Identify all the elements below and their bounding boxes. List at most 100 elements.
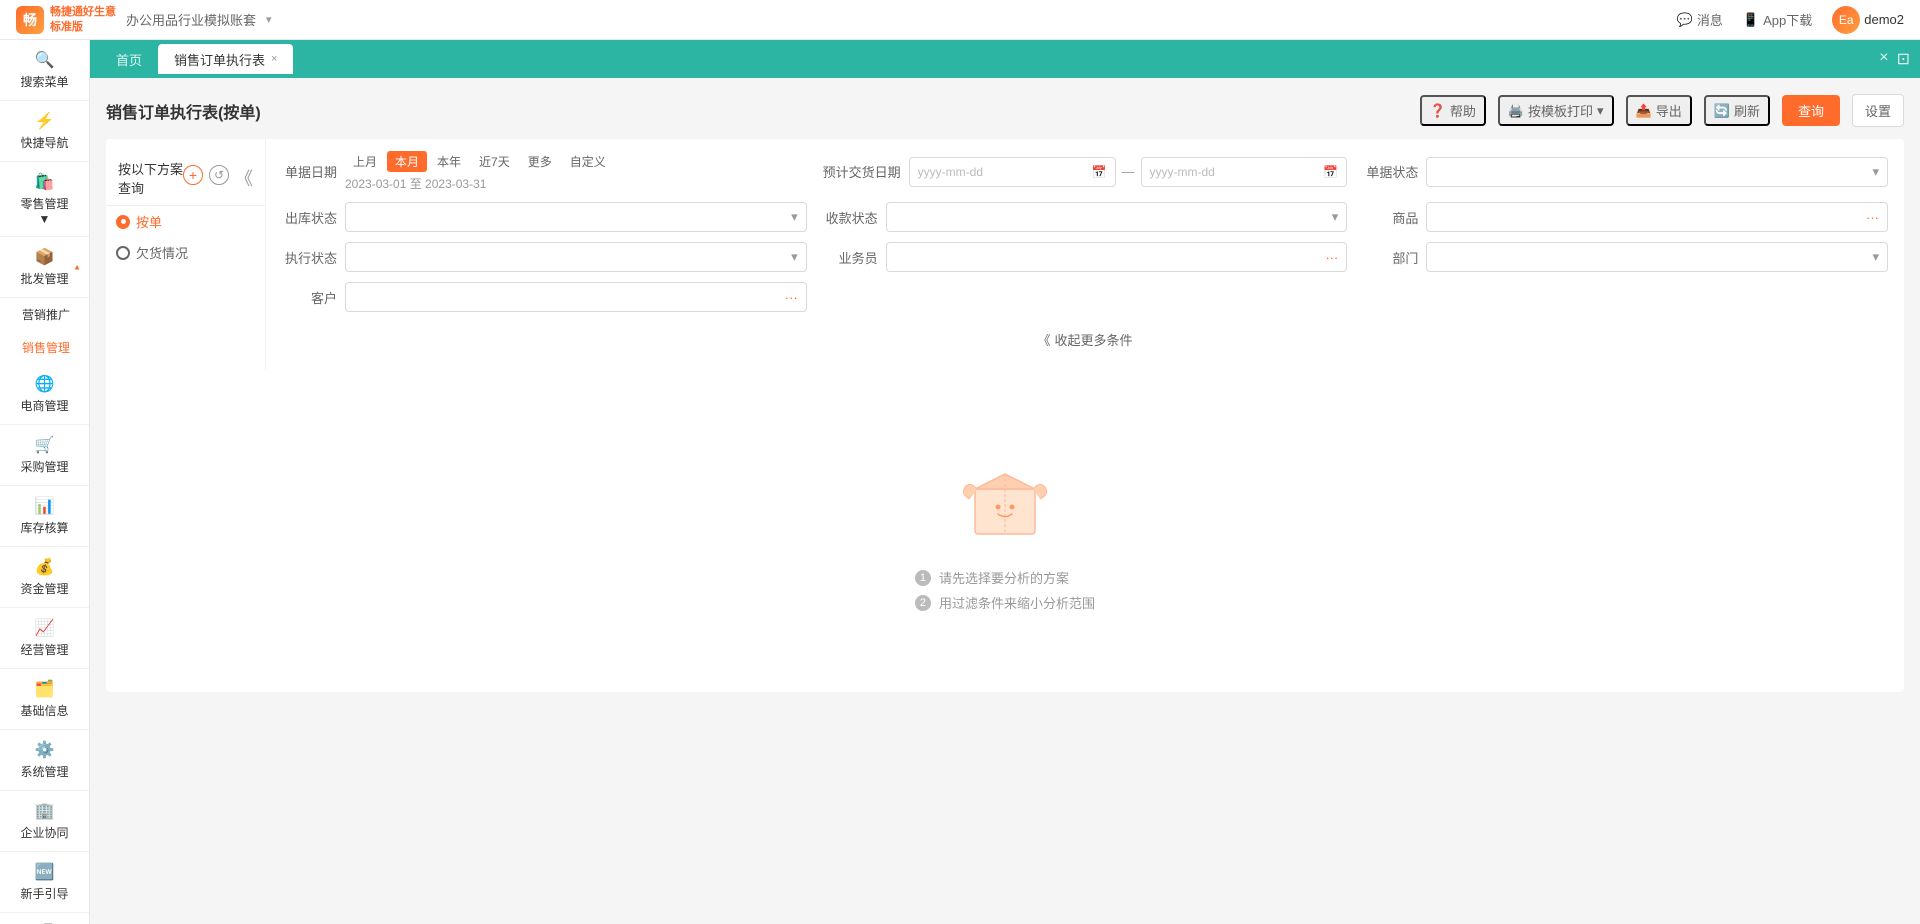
export-icon: 📤 bbox=[1636, 103, 1652, 119]
help-btn[interactable]: ❓ 帮助 bbox=[1420, 95, 1486, 126]
filter-expected-date: 预计交货日期 yyyy-mm-dd 📅 — yyyy-mm-dd bbox=[823, 157, 1348, 187]
sidebar-sub-marketing[interactable]: 营销推广 bbox=[0, 298, 89, 331]
sidebar-item-quicknav[interactable]: ⚡ 快捷导航 bbox=[0, 101, 89, 162]
goods-select[interactable]: ··· bbox=[1426, 202, 1888, 232]
filter-delivery-status: 出库状态 ▾ bbox=[282, 202, 807, 232]
export-btn[interactable]: 📤 导出 bbox=[1626, 95, 1692, 126]
logo-area: 畅 畅捷通好生意 标准版 bbox=[16, 5, 116, 34]
scheme-item-按单[interactable]: 按单 bbox=[106, 206, 265, 237]
doc-status-label: 单据状态 bbox=[1363, 162, 1418, 181]
filter-row-4: 客户 ··· bbox=[282, 282, 1888, 312]
page-content: 销售订单执行表(按单) ❓ 帮助 🖨️ 按模板打印 ▾ 📤 导出 bbox=[90, 78, 1920, 924]
sidebar-item-enterprise[interactable]: 🏢 企业协同 bbox=[0, 791, 89, 852]
sidebar-item-newguide[interactable]: 🆕 新手引导 bbox=[0, 852, 89, 913]
radio-empty-icon bbox=[116, 246, 130, 260]
query-btn[interactable]: 查询 bbox=[1782, 95, 1840, 126]
date-tab-7days[interactable]: 近7天 bbox=[471, 151, 518, 172]
dept-select[interactable]: ▾ bbox=[1426, 242, 1888, 272]
date-tab-custom[interactable]: 自定义 bbox=[562, 151, 614, 172]
search-icon: 🔍 bbox=[35, 50, 55, 70]
filter-doc-status: 单据状态 ▾ bbox=[1363, 157, 1888, 187]
sidebar-item-retail[interactable]: 🛍️ 零售管理 bbox=[0, 162, 89, 237]
empty-box-svg bbox=[955, 449, 1055, 549]
reset-scheme-btn[interactable]: ↺ bbox=[209, 165, 229, 185]
doc-status-select[interactable]: ▾ bbox=[1426, 157, 1888, 187]
payment-status-arrow-icon: ▾ bbox=[1332, 209, 1339, 225]
filter-customer: 客户 ··· bbox=[282, 282, 807, 312]
page-title: 销售订单执行表(按单) bbox=[106, 99, 261, 123]
goods-dots-icon[interactable]: ··· bbox=[1866, 210, 1879, 225]
date-tab-current-month[interactable]: 本月 bbox=[387, 151, 427, 172]
print-icon: 🖨️ bbox=[1508, 103, 1524, 119]
expected-date-label: 预计交货日期 bbox=[823, 162, 901, 181]
collapse-arrow-icon: 《 bbox=[1037, 330, 1050, 349]
tab-home[interactable]: 首页 bbox=[100, 44, 158, 74]
operations-icon: 📈 bbox=[35, 618, 55, 638]
empty-tips: 1 请先选择要分析的方案 2 用过滤条件来缩小分析范围 bbox=[915, 568, 1095, 612]
tab-close-window-icon[interactable]: × bbox=[1879, 49, 1888, 69]
salesperson-select[interactable]: ··· bbox=[886, 242, 1348, 272]
sidebar-sub-sales[interactable]: 销售管理 bbox=[0, 331, 89, 364]
tab-close-icon[interactable]: × bbox=[271, 54, 277, 65]
calendar-start-icon[interactable]: 📅 bbox=[1092, 165, 1107, 179]
tip-num-1: 1 bbox=[915, 570, 931, 586]
inner-layout: 按以下方案查询 + ↺ 《 按单 bbox=[106, 139, 1904, 369]
sidebar-item-basic[interactable]: 🗂️ 基础信息 bbox=[0, 669, 89, 730]
sidebar-item-wholesale[interactable]: 📦 批发管理 bbox=[0, 237, 89, 298]
user-avatar: Ea bbox=[1832, 6, 1860, 34]
exec-status-select[interactable]: ▾ bbox=[345, 242, 807, 272]
sidebar-item-search[interactable]: 🔍 搜索菜单 bbox=[0, 40, 89, 101]
delivery-status-label: 出库状态 bbox=[282, 208, 337, 227]
filter-exec-status: 执行状态 ▾ bbox=[282, 242, 807, 272]
sidebar-item-finance[interactable]: 💰 资金管理 bbox=[0, 547, 89, 608]
tab-maximize-icon[interactable]: ⊡ bbox=[1897, 49, 1910, 69]
newguide-icon: 🆕 bbox=[35, 862, 55, 882]
expected-date-start[interactable]: yyyy-mm-dd 📅 bbox=[909, 157, 1116, 187]
salesperson-dots-icon[interactable]: ··· bbox=[1325, 250, 1338, 265]
filter-payment-status: 收款状态 ▾ bbox=[823, 202, 1348, 232]
user-name: demo2 bbox=[1864, 12, 1904, 27]
doc-date-label: 单据日期 bbox=[282, 162, 337, 181]
company-dropdown-icon[interactable]: ▾ bbox=[266, 13, 272, 26]
sidebar-item-ecommerce[interactable]: 🌐 电商管理 bbox=[0, 364, 89, 425]
wholesale-icon: 📦 bbox=[35, 247, 55, 267]
delivery-status-select[interactable]: ▾ bbox=[345, 202, 807, 232]
date-start-placeholder: yyyy-mm-dd bbox=[918, 165, 983, 179]
header-right: 💬 消息 📱 App下载 Ea demo2 bbox=[1677, 6, 1904, 34]
refresh-btn[interactable]: 🔄 刷新 bbox=[1704, 95, 1770, 126]
app-download-btn[interactable]: 📱 App下载 bbox=[1743, 10, 1812, 29]
sidebar-item-inventory[interactable]: 📊 库存核算 bbox=[0, 486, 89, 547]
add-scheme-btn[interactable]: + bbox=[183, 165, 203, 185]
collapse-panel-btn[interactable]: 《 bbox=[235, 165, 253, 191]
expected-date-end[interactable]: yyyy-mm-dd 📅 bbox=[1141, 157, 1348, 187]
sidebar-item-system[interactable]: ⚙️ 系统管理 bbox=[0, 730, 89, 791]
sidebar-item-operations[interactable]: 📈 经营管理 bbox=[0, 608, 89, 669]
date-tab-current-year[interactable]: 本年 bbox=[429, 151, 469, 172]
message-btn[interactable]: 💬 消息 bbox=[1677, 10, 1723, 29]
enterprise-icon: 🏢 bbox=[35, 801, 55, 821]
filter-doc-date: 单据日期 上月 本月 本年 近7天 更多 自定义 bbox=[282, 151, 807, 192]
payment-status-select[interactable]: ▾ bbox=[886, 202, 1348, 232]
print-btn[interactable]: 🖨️ 按模板打印 ▾ bbox=[1498, 95, 1614, 126]
retail-icon: 🛍️ bbox=[35, 172, 55, 192]
customer-select[interactable]: ··· bbox=[345, 282, 807, 312]
calendar-end-icon[interactable]: 📅 bbox=[1323, 165, 1338, 179]
logo-icon: 畅 bbox=[16, 6, 44, 34]
basic-icon: 🗂️ bbox=[35, 679, 55, 699]
delivery-status-arrow-icon: ▾ bbox=[791, 209, 798, 225]
empty-state: 1 请先选择要分析的方案 2 用过滤条件来缩小分析范围 bbox=[106, 369, 1904, 692]
user-area[interactable]: Ea demo2 bbox=[1832, 6, 1904, 34]
sidebar-item-purchase[interactable]: 🛒 采购管理 bbox=[0, 425, 89, 486]
tab-current[interactable]: 销售订单执行表 × bbox=[158, 44, 293, 74]
settings-btn[interactable]: 设置 bbox=[1852, 94, 1904, 127]
customer-dots-icon[interactable]: ··· bbox=[785, 290, 798, 305]
content-area: 首页 销售订单执行表 × × ⊡ 销售订单执行表(按单) ❓ 帮助 bbox=[90, 40, 1920, 924]
sidebar-item-appcenter[interactable]: 📲 应用中心 bbox=[0, 913, 89, 924]
date-tab-more[interactable]: 更多 bbox=[520, 151, 560, 172]
filter-row-2: 出库状态 ▾ 收款状态 ▾ bbox=[282, 202, 1888, 232]
date-tab-last-month[interactable]: 上月 bbox=[345, 151, 385, 172]
collapse-more-btn[interactable]: 《 收起更多条件 bbox=[282, 322, 1888, 357]
page-header: 销售订单执行表(按单) ❓ 帮助 🖨️ 按模板打印 ▾ 📤 导出 bbox=[106, 94, 1904, 127]
scheme-item-欠货情况[interactable]: 欠货情况 bbox=[106, 237, 265, 268]
date-separator: — bbox=[1122, 164, 1135, 179]
